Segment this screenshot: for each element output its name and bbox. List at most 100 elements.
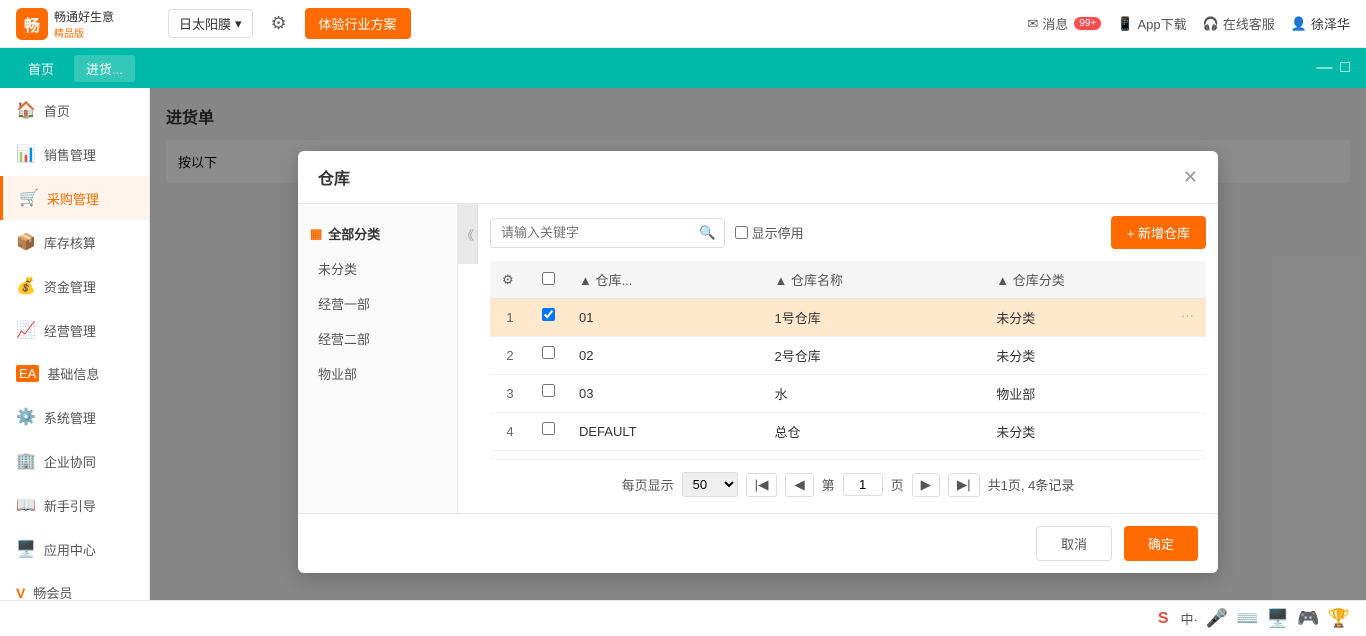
sidebar-item-guide[interactable]: 📖 新手引导 — [0, 483, 149, 527]
page-number-input[interactable] — [843, 473, 883, 496]
sales-icon: 📊 — [16, 144, 36, 164]
trophy-icon[interactable]: 🏆 — [1328, 608, 1350, 629]
dialog-close-button[interactable]: ✕ — [1183, 167, 1198, 188]
online-service-button[interactable]: 🎧 在线客服 — [1203, 14, 1275, 33]
sidebar-item-sales[interactable]: 📊 销售管理 — [0, 132, 149, 176]
controller-icon[interactable]: 🎮 — [1297, 608, 1319, 629]
confirm-button[interactable]: 确定 — [1124, 526, 1198, 561]
cancel-button[interactable]: 取消 — [1036, 526, 1112, 561]
select-all-checkbox[interactable] — [542, 272, 555, 285]
row-category: 物业部 — [984, 375, 1206, 413]
new-warehouse-button[interactable]: + 新增仓库 — [1111, 216, 1206, 249]
show-disabled-checkbox[interactable] — [735, 226, 748, 239]
table-row[interactable]: 2 02 2号仓库 未分类 — [490, 337, 1206, 375]
inventory-icon: 📦 — [16, 232, 36, 252]
message-icon: ✉ — [1027, 16, 1038, 32]
category-item-property[interactable]: 物业部 — [298, 356, 457, 391]
finance-icon: 💰 — [16, 276, 36, 296]
row-code: 02 — [567, 337, 763, 375]
row-code: DEFAULT — [567, 413, 763, 451]
row-index: 3 — [490, 375, 530, 413]
home-icon: 🏠 — [16, 100, 36, 120]
col-name: ▲ 仓库名称 — [763, 261, 985, 299]
user-profile[interactable]: 👤 徐泽华 — [1291, 14, 1350, 33]
last-page-button[interactable]: ▶| — [948, 473, 980, 497]
sidebar-item-operations[interactable]: 📈 经营管理 — [0, 308, 149, 352]
row-checkbox[interactable] — [542, 422, 555, 435]
headset-icon: 🎧 — [1203, 16, 1219, 32]
sidebar-item-inventory[interactable]: 📦 库存核算 — [0, 220, 149, 264]
col-checkbox — [530, 261, 567, 299]
app-download-button[interactable]: 📱 App下载 — [1117, 14, 1186, 33]
row-checkbox-cell[interactable] — [530, 299, 567, 330]
header-right: ✉ 消息 99+ 📱 App下载 🎧 在线客服 👤 徐泽华 — [1027, 14, 1350, 33]
industry-solution-button[interactable]: 体验行业方案 — [305, 8, 411, 39]
dialog-body: ▦ 全部分类 未分类 经营一部 经营二部 物业部 《 — [298, 204, 1218, 513]
search-button[interactable]: 🔍 — [691, 219, 724, 247]
main-content: 进货单 按以下 仓库 ✕ ▦ 全部分类 — [150, 88, 1366, 636]
appcenter-icon: 🖥️ — [16, 539, 36, 559]
sougou-logo: S — [1158, 610, 1169, 628]
category-header[interactable]: ▦ 全部分类 — [298, 216, 457, 251]
row-name: 水 — [763, 375, 985, 413]
keyboard-icon[interactable]: ⌨️ — [1236, 608, 1258, 629]
pagination: 每页显示 50 10 20 100 |◀ ◀ 第 页 — [490, 459, 1206, 501]
maximize-icon[interactable]: □ — [1340, 59, 1350, 77]
row-category: 未分类··· — [984, 299, 1206, 337]
search-input[interactable] — [491, 219, 691, 246]
row-checkbox-cell[interactable] — [530, 337, 567, 368]
row-code: 01 — [567, 299, 763, 337]
sidebar-item-home[interactable]: 🏠 首页 — [0, 88, 149, 132]
dialog-header: 仓库 ✕ — [298, 151, 1218, 204]
chevron-down-icon: ▾ — [235, 16, 242, 32]
system-icon: ⚙️ — [16, 407, 36, 427]
guide-icon: 📖 — [16, 495, 36, 515]
microphone-icon[interactable]: 🎤 — [1206, 608, 1228, 629]
sidebar-collapse-button[interactable]: 《 — [458, 204, 478, 264]
warehouse-table: ⚙ ▲ 仓库... ▲ 仓库名称 — [490, 261, 1206, 451]
minimize-icon[interactable]: — — [1316, 59, 1332, 77]
col-code: ▲ 仓库... — [567, 261, 763, 299]
messages-button[interactable]: ✉ 消息 99+ — [1027, 14, 1101, 33]
logo-area: 畅 畅通好生意 精品版 — [16, 8, 156, 40]
store-selector[interactable]: 日太阳膜 ▾ — [168, 9, 253, 38]
row-checkbox-cell[interactable] — [530, 413, 567, 444]
category-item-unclassified[interactable]: 未分类 — [298, 251, 457, 286]
table-row[interactable]: 3 03 水 物业部 — [490, 375, 1206, 413]
sidebar-item-finance[interactable]: 💰 资金管理 — [0, 264, 149, 308]
sidebar-item-basicinfo[interactable]: EA 基础信息 — [0, 352, 149, 395]
sidebar: 🏠 首页 📊 销售管理 🛒 采购管理 📦 库存核算 💰 资金管理 📈 经营管理 … — [0, 88, 150, 636]
tab-home[interactable]: 首页 — [16, 55, 66, 82]
sidebar-item-purchase[interactable]: 🛒 采购管理 — [0, 176, 149, 220]
per-page-select[interactable]: 50 10 20 100 — [682, 472, 738, 497]
basicinfo-icon: EA — [16, 365, 39, 382]
table-row[interactable]: 4 DEFAULT 总仓 未分类 — [490, 413, 1206, 451]
table-row[interactable]: 1 01 1号仓库 未分类··· — [490, 299, 1206, 337]
settings-icon[interactable]: ⚙ — [265, 10, 293, 38]
sub-header: 首页 进货... — □ — [0, 48, 1366, 88]
sidebar-item-enterprise[interactable]: 🏢 企业协同 — [0, 439, 149, 483]
category-item-ops1[interactable]: 经营一部 — [298, 286, 457, 321]
show-disabled-checkbox-label[interactable]: 显示停用 — [735, 223, 804, 242]
tab-purchase[interactable]: 进货... — [74, 55, 135, 82]
enterprise-icon: 🏢 — [16, 451, 36, 471]
dialog-main-area: 🔍 显示停用 + 新增仓库 — [478, 204, 1218, 513]
purchase-icon: 🛒 — [19, 188, 39, 208]
first-page-button[interactable]: |◀ — [746, 473, 778, 497]
category-item-ops2[interactable]: 经营二部 — [298, 321, 457, 356]
next-page-button[interactable]: ▶ — [912, 473, 940, 497]
row-checkbox[interactable] — [542, 384, 555, 397]
row-name: 2号仓库 — [763, 337, 985, 375]
row-checkbox[interactable] — [542, 308, 555, 321]
sidebar-item-appcenter[interactable]: 🖥️ 应用中心 — [0, 527, 149, 571]
prev-page-button[interactable]: ◀ — [785, 473, 813, 497]
dialog-category-sidebar: ▦ 全部分类 未分类 经营一部 经营二部 物业部 — [298, 204, 458, 513]
row-index: 4 — [490, 413, 530, 451]
row-checkbox-cell[interactable] — [530, 375, 567, 406]
row-checkbox[interactable] — [542, 346, 555, 359]
grid-icon: ▦ — [310, 226, 322, 242]
sidebar-item-system[interactable]: ⚙️ 系统管理 — [0, 395, 149, 439]
monitor-icon[interactable]: 🖥️ — [1267, 608, 1289, 629]
app-icon: 📱 — [1117, 16, 1133, 32]
row-more-actions[interactable]: ··· — [1181, 308, 1194, 323]
